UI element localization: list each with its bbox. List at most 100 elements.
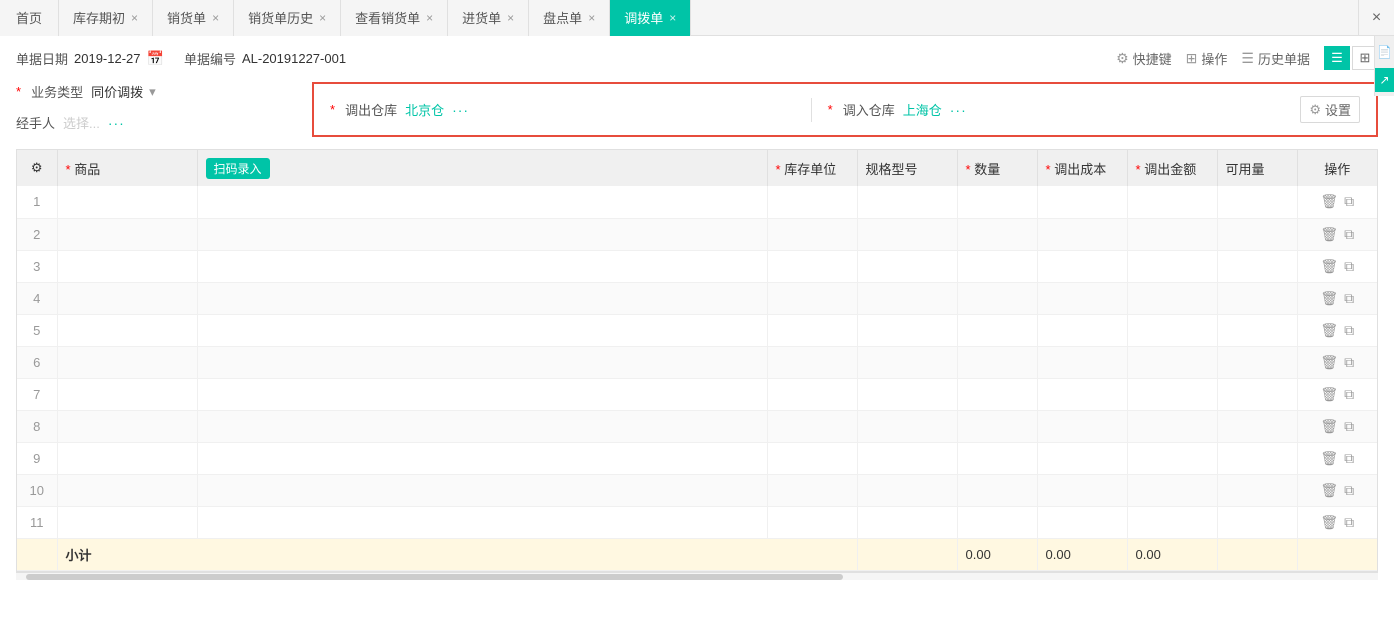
warehouse-out-value[interactable]: 北京仓: [405, 100, 444, 119]
tab-sales-order[interactable]: 销货单 ×: [153, 0, 234, 36]
calendar-icon[interactable]: 📅: [147, 50, 164, 67]
unit-cell-6[interactable]: [767, 346, 857, 378]
list-view-button[interactable]: ☰: [1324, 46, 1350, 70]
spec-cell-9[interactable]: [857, 442, 957, 474]
copy-icon-row9[interactable]: ⧉: [1344, 450, 1354, 466]
unit-cell-1[interactable]: [767, 186, 857, 218]
qty-cell-4[interactable]: [957, 282, 1037, 314]
tab-purchase-order-close[interactable]: ×: [507, 11, 514, 25]
amount-cell-8[interactable]: [1127, 410, 1217, 442]
tab-transfer-close[interactable]: ×: [669, 11, 676, 25]
amount-cell-7[interactable]: [1127, 378, 1217, 410]
delete-icon-row9[interactable]: 🗑: [1320, 450, 1338, 466]
amount-cell-1[interactable]: [1127, 186, 1217, 218]
spec-cell-1[interactable]: [857, 186, 957, 218]
shortcut-action[interactable]: ⚙ 快捷键: [1116, 49, 1172, 68]
unit-cell-5[interactable]: [767, 314, 857, 346]
cost-cell-10[interactable]: [1037, 474, 1127, 506]
copy-icon-row1[interactable]: ⧉: [1344, 193, 1354, 209]
tab-transfer[interactable]: 调拨单 ×: [610, 0, 691, 36]
spec-cell-3[interactable]: [857, 250, 957, 282]
business-type-value[interactable]: 同价调拨: [91, 82, 143, 101]
amount-cell-3[interactable]: [1127, 250, 1217, 282]
copy-icon-row3[interactable]: ⧉: [1344, 258, 1354, 274]
cost-cell-8[interactable]: [1037, 410, 1127, 442]
delete-icon-row2[interactable]: 🗑: [1320, 226, 1338, 242]
warehouse-in-ellipsis-button[interactable]: ···: [950, 102, 967, 118]
unit-cell-3[interactable]: [767, 250, 857, 282]
spec-cell-6[interactable]: [857, 346, 957, 378]
copy-icon-row4[interactable]: ⧉: [1344, 290, 1354, 306]
cost-cell-5[interactable]: [1037, 314, 1127, 346]
tab-inventory-close[interactable]: ×: [588, 11, 595, 25]
warehouse-out-ellipsis-button[interactable]: ···: [452, 102, 469, 118]
copy-icon-row11[interactable]: ⧉: [1344, 514, 1354, 530]
operations-action[interactable]: ⊞ 操作: [1186, 49, 1228, 68]
product-cell-5[interactable]: [57, 314, 197, 346]
history-action[interactable]: ☰ 历史单据: [1241, 49, 1310, 68]
spec-cell-7[interactable]: [857, 378, 957, 410]
product-cell-4[interactable]: [57, 282, 197, 314]
tab-sales-order-close[interactable]: ×: [212, 11, 219, 25]
qty-cell-1[interactable]: [957, 186, 1037, 218]
settings-button[interactable]: ⚙ 设置: [1300, 96, 1360, 123]
amount-cell-2[interactable]: [1127, 218, 1217, 250]
unit-cell-9[interactable]: [767, 442, 857, 474]
tab-view-sales[interactable]: 查看销货单 ×: [341, 0, 448, 36]
window-close-button[interactable]: ×: [1358, 0, 1394, 36]
product-cell-6[interactable]: [57, 346, 197, 378]
tab-stock-init-close[interactable]: ×: [131, 11, 138, 25]
unit-cell-11[interactable]: [767, 506, 857, 538]
cost-cell-4[interactable]: [1037, 282, 1127, 314]
product-cell-11[interactable]: [57, 506, 197, 538]
copy-icon-row2[interactable]: ⧉: [1344, 226, 1354, 242]
amount-cell-6[interactable]: [1127, 346, 1217, 378]
amount-cell-4[interactable]: [1127, 282, 1217, 314]
product-cell-8[interactable]: [57, 410, 197, 442]
tab-sales-history[interactable]: 销货单历史 ×: [234, 0, 341, 36]
spec-cell-2[interactable]: [857, 218, 957, 250]
tab-inventory[interactable]: 盘点单 ×: [529, 0, 610, 36]
spec-cell-4[interactable]: [857, 282, 957, 314]
tab-home[interactable]: 首页: [0, 0, 59, 36]
spec-cell-11[interactable]: [857, 506, 957, 538]
delete-icon-row11[interactable]: 🗑: [1320, 514, 1338, 530]
copy-icon-row10[interactable]: ⧉: [1344, 482, 1354, 498]
unit-cell-2[interactable]: [767, 218, 857, 250]
scan-input-button[interactable]: 扫码录入: [206, 158, 270, 179]
qty-cell-7[interactable]: [957, 378, 1037, 410]
delete-icon-row3[interactable]: 🗑: [1320, 258, 1338, 274]
tab-view-sales-close[interactable]: ×: [426, 11, 433, 25]
copy-icon-row8[interactable]: ⧉: [1344, 418, 1354, 434]
cost-cell-3[interactable]: [1037, 250, 1127, 282]
delete-icon-row10[interactable]: 🗑: [1320, 482, 1338, 498]
date-value[interactable]: 2019-12-27: [74, 51, 141, 66]
unit-cell-10[interactable]: [767, 474, 857, 506]
delete-icon-row5[interactable]: 🗑: [1320, 322, 1338, 338]
copy-icon-row6[interactable]: ⧉: [1344, 354, 1354, 370]
horizontal-scrollbar[interactable]: [16, 572, 1378, 580]
spec-cell-10[interactable]: [857, 474, 957, 506]
qty-cell-8[interactable]: [957, 410, 1037, 442]
qty-cell-3[interactable]: [957, 250, 1037, 282]
copy-icon-row7[interactable]: ⧉: [1344, 386, 1354, 402]
product-cell-3[interactable]: [57, 250, 197, 282]
qty-cell-2[interactable]: [957, 218, 1037, 250]
cost-cell-9[interactable]: [1037, 442, 1127, 474]
delete-icon-row7[interactable]: 🗑: [1320, 386, 1338, 402]
amount-cell-10[interactable]: [1127, 474, 1217, 506]
product-cell-7[interactable]: [57, 378, 197, 410]
warehouse-in-value[interactable]: 上海仓: [903, 100, 942, 119]
scrollbar-thumb[interactable]: [26, 574, 843, 580]
cost-cell-7[interactable]: [1037, 378, 1127, 410]
tab-stock-init[interactable]: 库存期初 ×: [59, 0, 153, 36]
product-cell-2[interactable]: [57, 218, 197, 250]
right-tool-export[interactable]: ↗: [1375, 68, 1394, 92]
business-type-dropdown-icon[interactable]: ▾: [149, 84, 156, 100]
qty-cell-10[interactable]: [957, 474, 1037, 506]
cost-cell-1[interactable]: [1037, 186, 1127, 218]
right-tool-doc[interactable]: 📄: [1375, 40, 1394, 64]
product-cell-9[interactable]: [57, 442, 197, 474]
qty-cell-9[interactable]: [957, 442, 1037, 474]
delete-icon-row6[interactable]: 🗑: [1320, 354, 1338, 370]
